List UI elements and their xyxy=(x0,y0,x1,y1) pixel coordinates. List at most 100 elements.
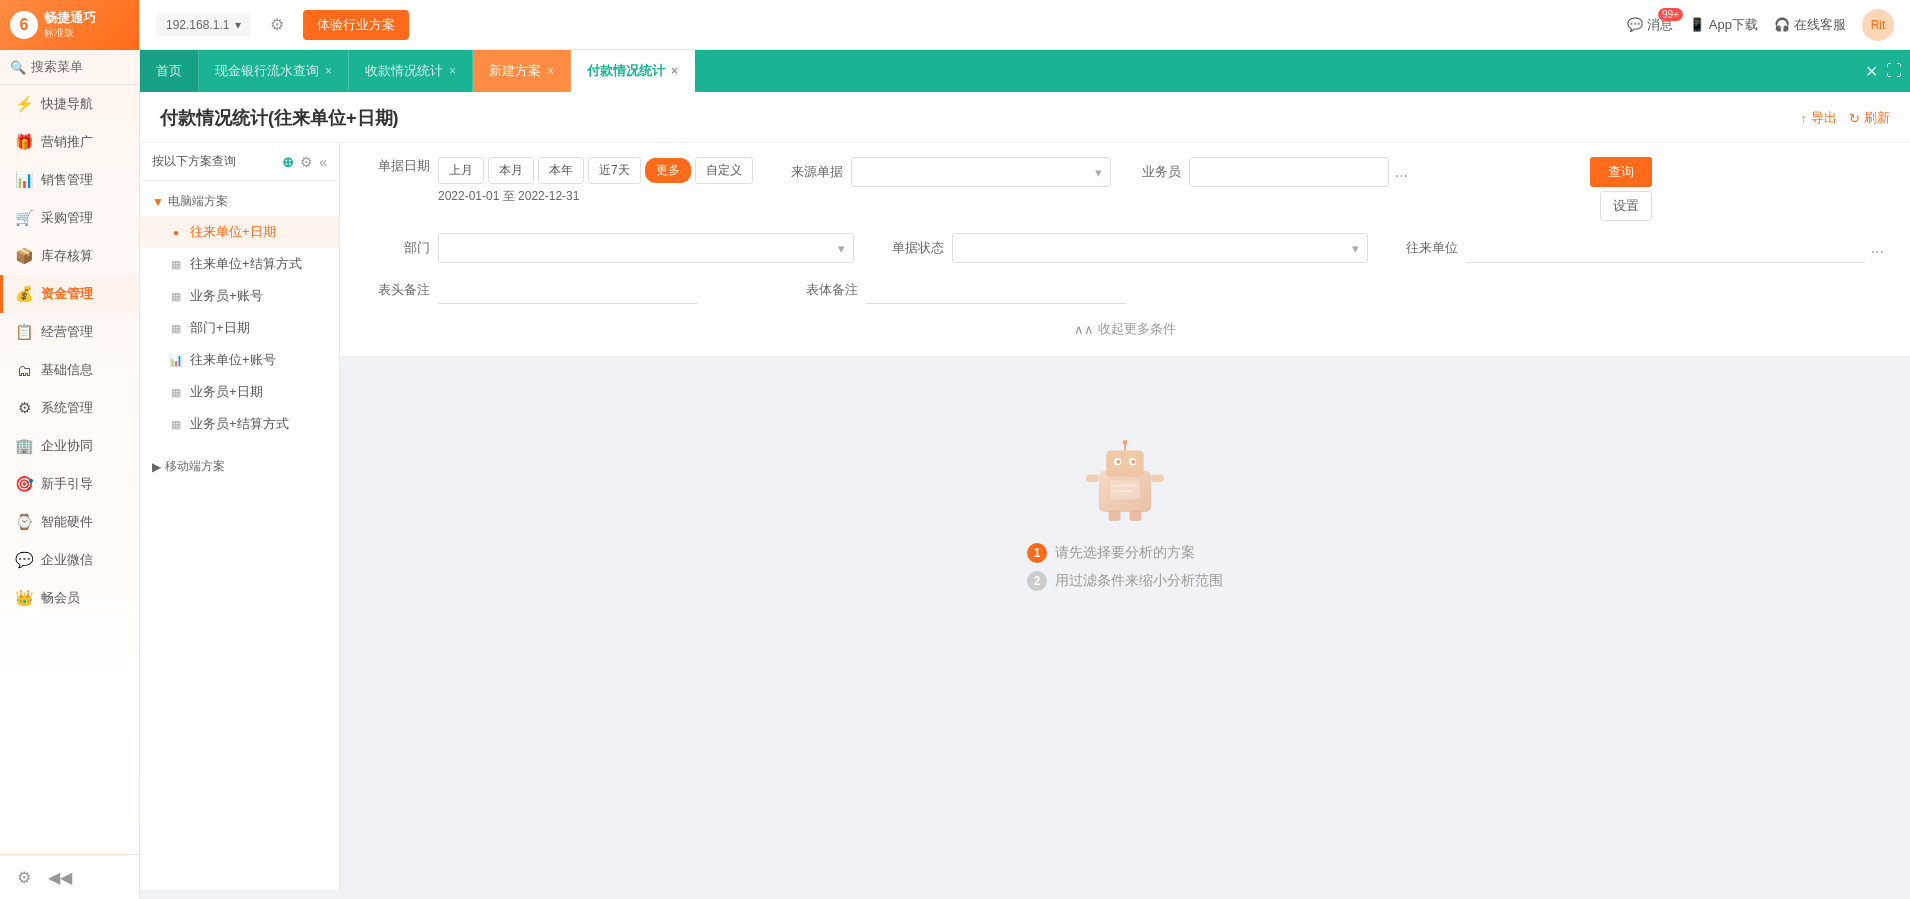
date-last-month-btn[interactable]: 上月 xyxy=(438,157,484,184)
topbar-settings-btn[interactable]: ⚙ xyxy=(263,11,291,39)
status-select[interactable]: ▾ xyxy=(952,233,1368,263)
plan-settings-btn[interactable]: ⚙ xyxy=(300,154,313,170)
sidebar-item-capital[interactable]: 💰 资金管理 xyxy=(0,275,139,313)
inventory-icon: 📦 xyxy=(15,247,33,265)
sidebar-item-inventory[interactable]: 📦 库存核算 xyxy=(0,237,139,275)
staff-input[interactable] xyxy=(1189,157,1389,187)
plan-dept-date[interactable]: ▦ 部门+日期 xyxy=(140,312,339,344)
date-this-month-btn[interactable]: 本月 xyxy=(488,157,534,184)
empty-tip-1: 1 请先选择要分析的方案 xyxy=(1027,543,1223,563)
tab-close-new-plan[interactable]: × xyxy=(547,65,554,77)
topbar: 192.168.1.1 ▾ ⚙ 体验行业方案 💬 消息 99+ 📱 App下载 … xyxy=(140,0,1910,50)
capital-icon: 💰 xyxy=(15,285,33,303)
chevron-right-icon: ▶ xyxy=(152,460,161,474)
phone-icon: 📱 xyxy=(1689,17,1705,32)
app-download-btn[interactable]: 📱 App下载 xyxy=(1689,16,1758,34)
tab-home[interactable]: 首页 xyxy=(140,50,199,92)
dept-label: 部门 xyxy=(360,239,430,257)
tab-payment-stat[interactable]: 付款情况统计 × xyxy=(571,50,695,92)
service-icon: 🎧 xyxy=(1774,17,1790,32)
date-7days-btn[interactable]: 近7天 xyxy=(588,157,641,184)
sidebar-item-marketing[interactable]: 🎁 营销推广 xyxy=(0,123,139,161)
tab-close-receipt-stat[interactable]: × xyxy=(449,65,456,77)
plan-partner-account[interactable]: 📊 往来单位+账号 xyxy=(140,344,339,376)
dept-select[interactable]: ▾ xyxy=(438,233,854,263)
export-btn[interactable]: ↑ 导出 xyxy=(1801,109,1838,127)
sidebar-item-quick-nav[interactable]: ⚡ 快捷导航 xyxy=(0,85,139,123)
trial-btn[interactable]: 体验行业方案 xyxy=(303,10,409,40)
tab-receipt-stat[interactable]: 收款情况统计 × xyxy=(349,50,473,92)
svg-point-7 xyxy=(1123,440,1128,445)
mobile-plans-title[interactable]: ▶ 移动端方案 xyxy=(140,452,339,481)
sidebar-item-guide[interactable]: 🎯 新手引导 xyxy=(0,465,139,503)
sidebar-item-basic[interactable]: 🗂 基础信息 xyxy=(0,351,139,389)
tab-fullscreen-btn[interactable]: ⛶ xyxy=(1886,62,1902,80)
tab-new-plan[interactable]: 新建方案 × xyxy=(473,50,571,92)
sidebar-item-sales[interactable]: 📊 销售管理 xyxy=(0,161,139,199)
sidebar-item-business[interactable]: 📋 经营管理 xyxy=(0,313,139,351)
date-more-btn[interactable]: 更多 xyxy=(645,158,691,183)
tab-bank-flow[interactable]: 现金银行流水查询 × xyxy=(199,50,349,92)
messages-btn[interactable]: 💬 消息 99+ xyxy=(1627,16,1673,34)
status-label: 单据状态 xyxy=(874,239,944,257)
sidebar-item-hardware[interactable]: ⌚ 智能硬件 xyxy=(0,503,139,541)
guide-icon: 🎯 xyxy=(15,475,33,493)
plan-icon-4: 📊 xyxy=(168,352,184,368)
staff-label: 业务员 xyxy=(1131,163,1181,181)
plan-staff-settlement[interactable]: ▦ 业务员+结算方式 xyxy=(140,408,339,440)
tab-close-payment-stat[interactable]: × xyxy=(671,65,678,77)
sidebar-item-enterprise[interactable]: 🏢 企业协同 xyxy=(0,427,139,465)
sidebar-item-purchase[interactable]: 🛒 采购管理 xyxy=(0,199,139,237)
tbody-remark-label: 表体备注 xyxy=(788,281,858,299)
refresh-btn[interactable]: ↻ 刷新 xyxy=(1849,109,1890,127)
sidebar-footer: ⚙ ◀◀ xyxy=(0,854,139,899)
plan-partner-date[interactable]: ● 往来单位+日期 xyxy=(140,216,339,248)
page-header: 付款情况统计(往来单位+日期) ↑ 导出 ↻ 刷新 xyxy=(140,92,1910,143)
thead-remark-input[interactable] xyxy=(438,275,698,303)
robot-illustration xyxy=(1080,437,1170,527)
tabs-right-actions: ✕ ⛶ xyxy=(1865,50,1910,92)
sidebar-settings-btn[interactable]: ⚙ xyxy=(10,863,38,891)
plan-icon-5: ▦ xyxy=(168,384,184,400)
svg-rect-9 xyxy=(1151,475,1164,483)
panel-collapse-btn[interactable]: « xyxy=(319,154,327,170)
tab-close-bank-flow[interactable]: × xyxy=(325,65,332,77)
sidebar-item-member[interactable]: 👑 畅会员 xyxy=(0,579,139,617)
date-custom-btn[interactable]: 自定义 xyxy=(695,157,753,184)
add-plan-btn[interactable]: ⊕ xyxy=(282,154,294,170)
partner-dots-btn[interactable]: ... xyxy=(1865,237,1890,259)
chevron-down-icon: ▼ xyxy=(152,195,164,209)
page-title: 付款情况统计(往来单位+日期) xyxy=(160,106,399,130)
plan-partner-settlement[interactable]: ▦ 往来单位+结算方式 xyxy=(140,248,339,280)
quick-nav-icon: ⚡ xyxy=(15,95,33,113)
online-service-btn[interactable]: 🎧 在线客服 xyxy=(1774,16,1846,34)
partner-input[interactable] xyxy=(1466,234,1864,262)
query-btn[interactable]: 查询 xyxy=(1590,157,1652,187)
tbody-remark-input[interactable] xyxy=(866,275,1126,303)
user-avatar[interactable]: Rit xyxy=(1862,9,1894,41)
purchase-icon: 🛒 xyxy=(15,209,33,227)
sidebar-item-system[interactable]: ⚙ 系统管理 xyxy=(0,389,139,427)
staff-dots-btn[interactable]: ... xyxy=(1389,161,1414,183)
collapse-conditions-btn[interactable]: ∧∧ 收起更多条件 xyxy=(1074,320,1176,338)
desktop-plans-title[interactable]: ▼ 电脑端方案 xyxy=(140,187,339,216)
hardware-icon: ⌚ xyxy=(15,513,33,531)
settings-configure-btn[interactable]: 设置 xyxy=(1600,191,1652,221)
empty-tip-2: 2 用过滤条件来缩小分析范围 xyxy=(1027,571,1223,591)
plan-staff-date[interactable]: ▦ 业务员+日期 xyxy=(140,376,339,408)
tab-close-all-btn[interactable]: ✕ xyxy=(1865,62,1878,81)
wechat-icon: 💬 xyxy=(15,551,33,569)
source-select[interactable]: ▾ xyxy=(851,157,1111,187)
thead-remark-label: 表头备注 xyxy=(360,281,430,299)
sidebar-collapse-btn[interactable]: ◀◀ xyxy=(46,863,74,891)
basic-icon: 🗂 xyxy=(15,361,33,379)
sidebar-item-wechat[interactable]: 💬 企业微信 xyxy=(0,541,139,579)
plan-staff-account[interactable]: ▦ 业务员+账号 xyxy=(140,280,339,312)
marketing-icon: 🎁 xyxy=(15,133,33,151)
svg-rect-8 xyxy=(1086,475,1099,483)
svg-point-5 xyxy=(1131,460,1135,464)
system-icon: ⚙ xyxy=(15,399,33,417)
date-this-year-btn[interactable]: 本年 xyxy=(538,157,584,184)
sidebar-search[interactable]: 🔍 搜索菜单 xyxy=(0,50,139,85)
partner-label: 往来单位 xyxy=(1388,239,1458,257)
